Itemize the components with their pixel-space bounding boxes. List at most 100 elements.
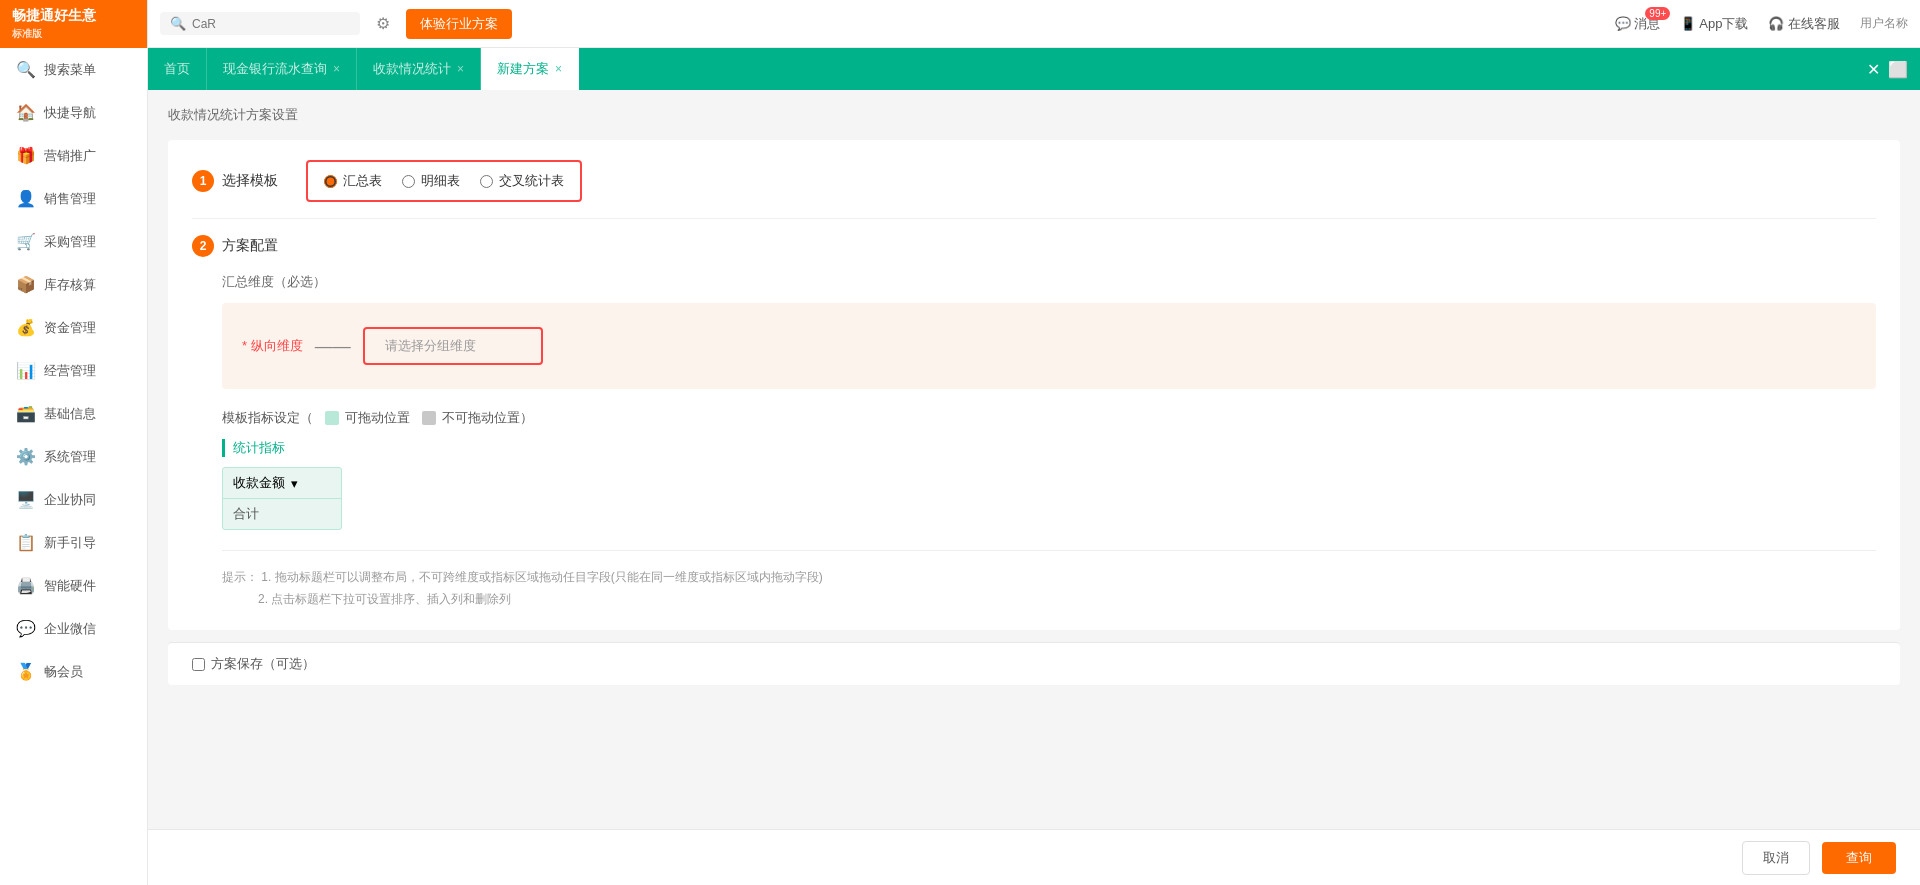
- sidebar-item-search-menu[interactable]: 🔍 搜索菜单: [0, 48, 147, 91]
- search-box[interactable]: 🔍: [160, 12, 360, 35]
- dimension-row: 纵向维度 —— 请选择分组维度: [242, 327, 1856, 365]
- tab-collection-stat[interactable]: 收款情况统计 ×: [357, 48, 481, 90]
- main-area: 🔍 ⚙ 体验行业方案 💬 消息 99+ 📱 App下载 🎧 在线客服 用户名称: [148, 0, 1920, 885]
- tab-home[interactable]: 首页: [148, 48, 207, 90]
- radio-label-cross: 交叉统计表: [499, 172, 564, 190]
- fixed-dot: [422, 411, 436, 425]
- settings-card: 1 选择模板 汇总表 明细表 交叉统计表 2 方案配置: [168, 140, 1900, 630]
- radio-cross[interactable]: [480, 175, 493, 188]
- save-checkbox-label[interactable]: 方案保存（可选）: [192, 655, 315, 673]
- search-icon: 🔍: [170, 16, 186, 31]
- tip-prefix: 提示：: [222, 570, 258, 584]
- operations-icon: 📊: [16, 361, 36, 380]
- tabbar: 首页 现金银行流水查询 × 收款情况统计 × 新建方案 × ✕ ⬜: [148, 48, 1920, 90]
- metric-total: 合计: [223, 499, 341, 529]
- online-service[interactable]: 🎧 在线客服: [1768, 15, 1840, 33]
- sidebar-item-guide[interactable]: 📋 新手引导: [0, 521, 147, 564]
- step2-row: 2 方案配置: [192, 235, 1876, 257]
- metrics-setting-title: 模板指标设定（: [222, 409, 313, 427]
- purchase-icon: 🛒: [16, 232, 36, 251]
- expand-icon[interactable]: ⬜: [1888, 60, 1908, 79]
- sidebar-item-system[interactable]: ⚙️ 系统管理: [0, 435, 147, 478]
- download-icon: 📱: [1680, 16, 1696, 31]
- finance-icon: 💰: [16, 318, 36, 337]
- gear-icon[interactable]: ⚙: [376, 14, 390, 33]
- sidebar-label-sales: 销售管理: [44, 190, 96, 208]
- summary-dimension-section: 汇总维度（必选） 纵向维度 —— 请选择分组维度 模板指标设定（ 可拖动位置: [222, 273, 1876, 610]
- basic-info-icon: 🗃️: [16, 404, 36, 423]
- metric-tag[interactable]: 收款金额 ▾: [223, 468, 341, 499]
- arrow: ——: [315, 336, 351, 357]
- bottom-section: 方案保存（可选）: [168, 642, 1900, 685]
- radio-option-detail[interactable]: 明细表: [402, 172, 460, 190]
- save-checkbox[interactable]: [192, 658, 205, 671]
- sidebar-label-system: 系统管理: [44, 448, 96, 466]
- sidebar-item-wechat[interactable]: 💬 企业微信: [0, 607, 147, 650]
- user-info[interactable]: 用户名称: [1860, 15, 1908, 32]
- sidebar-item-member[interactable]: 🏅 畅会员: [0, 650, 147, 693]
- sidebar: 畅捷通好生意 标准版 🔍 搜索菜单🏠 快捷导航🎁 营销推广👤 销售管理🛒 采购管…: [0, 0, 148, 885]
- search-menu-icon: 🔍: [16, 60, 36, 79]
- page-title: 收款情况统计方案设置: [168, 106, 1900, 124]
- query-button[interactable]: 查询: [1822, 842, 1896, 874]
- step2-label: 方案配置: [222, 237, 278, 255]
- save-label: 方案保存（可选）: [211, 655, 315, 673]
- sidebar-label-search-menu: 搜索菜单: [44, 61, 96, 79]
- sidebar-item-purchase[interactable]: 🛒 采购管理: [0, 220, 147, 263]
- sidebar-item-sales[interactable]: 👤 销售管理: [0, 177, 147, 220]
- sidebar-item-finance[interactable]: 💰 资金管理: [0, 306, 147, 349]
- metric-name: 收款金额: [233, 474, 285, 492]
- sidebar-label-member: 畅会员: [44, 663, 83, 681]
- tab-label-bank-flow: 现金银行流水查询: [223, 60, 327, 78]
- tab-close-new-plan[interactable]: ×: [555, 62, 562, 76]
- radio-label-summary: 汇总表: [343, 172, 382, 190]
- sidebar-item-operations[interactable]: 📊 经营管理: [0, 349, 147, 392]
- sidebar-label-purchase: 采购管理: [44, 233, 96, 251]
- tab-close-bank-flow[interactable]: ×: [333, 62, 340, 76]
- sidebar-item-quick-nav[interactable]: 🏠 快捷导航: [0, 91, 147, 134]
- footer-bar: 取消 查询: [148, 829, 1920, 885]
- step1-row: 1 选择模板 汇总表 明细表 交叉统计表: [192, 160, 1876, 202]
- trial-btn[interactable]: 体验行业方案: [406, 9, 512, 39]
- logo-sub: 标准版: [12, 27, 96, 41]
- radio-detail[interactable]: [402, 175, 415, 188]
- sidebar-item-basic-info[interactable]: 🗃️ 基础信息: [0, 392, 147, 435]
- radio-summary[interactable]: [324, 175, 337, 188]
- tab-label-collection-stat: 收款情况统计: [373, 60, 451, 78]
- tabbar-actions: ✕ ⬜: [1855, 48, 1920, 90]
- topbar-right: 💬 消息 99+ 📱 App下载 🎧 在线客服 用户名称: [1615, 15, 1908, 33]
- sidebar-label-inventory: 库存核算: [44, 276, 96, 294]
- search-input[interactable]: [192, 17, 332, 31]
- message-badge[interactable]: 💬 消息 99+: [1615, 15, 1661, 33]
- sidebar-label-enterprise: 企业协同: [44, 491, 96, 509]
- wechat-icon: 💬: [16, 619, 36, 638]
- sidebar-item-marketing[interactable]: 🎁 营销推广: [0, 134, 147, 177]
- sidebar-label-basic-info: 基础信息: [44, 405, 96, 423]
- sidebar-label-hardware: 智能硬件: [44, 577, 96, 595]
- chevron-down-icon: ▾: [291, 476, 298, 491]
- sidebar-label-quick-nav: 快捷导航: [44, 104, 96, 122]
- tab-new-plan[interactable]: 新建方案 ×: [481, 48, 579, 90]
- sidebar-item-hardware[interactable]: 🖨️ 智能硬件: [0, 564, 147, 607]
- app-download[interactable]: 📱 App下载: [1680, 15, 1748, 33]
- tips-section: 提示： 1. 拖动标题栏可以调整布局，不可跨维度或指标区域拖动任目字段(只能在同…: [222, 550, 1876, 610]
- tab-close-collection-stat[interactable]: ×: [457, 62, 464, 76]
- sidebar-item-inventory[interactable]: 📦 库存核算: [0, 263, 147, 306]
- metrics-group-label: 统计指标: [222, 439, 1876, 457]
- metric-container: 收款金额 ▾ 合计: [222, 467, 342, 530]
- close-window-icon[interactable]: ✕: [1867, 60, 1880, 79]
- tab-bank-flow[interactable]: 现金银行流水查询 ×: [207, 48, 357, 90]
- sidebar-item-enterprise[interactable]: 🖥️ 企业协同: [0, 478, 147, 521]
- radio-option-summary[interactable]: 汇总表: [324, 172, 382, 190]
- tab-label-home: 首页: [164, 60, 190, 78]
- service-icon: 🎧: [1768, 16, 1784, 31]
- select-dimension-btn[interactable]: 请选择分组维度: [363, 327, 543, 365]
- guide-icon: 📋: [16, 533, 36, 552]
- message-icon: 💬: [1615, 16, 1631, 31]
- draggable-hint: 可拖动位置: [325, 409, 410, 427]
- message-count: 99+: [1645, 7, 1670, 20]
- radio-option-cross[interactable]: 交叉统计表: [480, 172, 564, 190]
- sidebar-label-wechat: 企业微信: [44, 620, 96, 638]
- cancel-button[interactable]: 取消: [1742, 841, 1810, 875]
- tab-label-new-plan: 新建方案: [497, 60, 549, 78]
